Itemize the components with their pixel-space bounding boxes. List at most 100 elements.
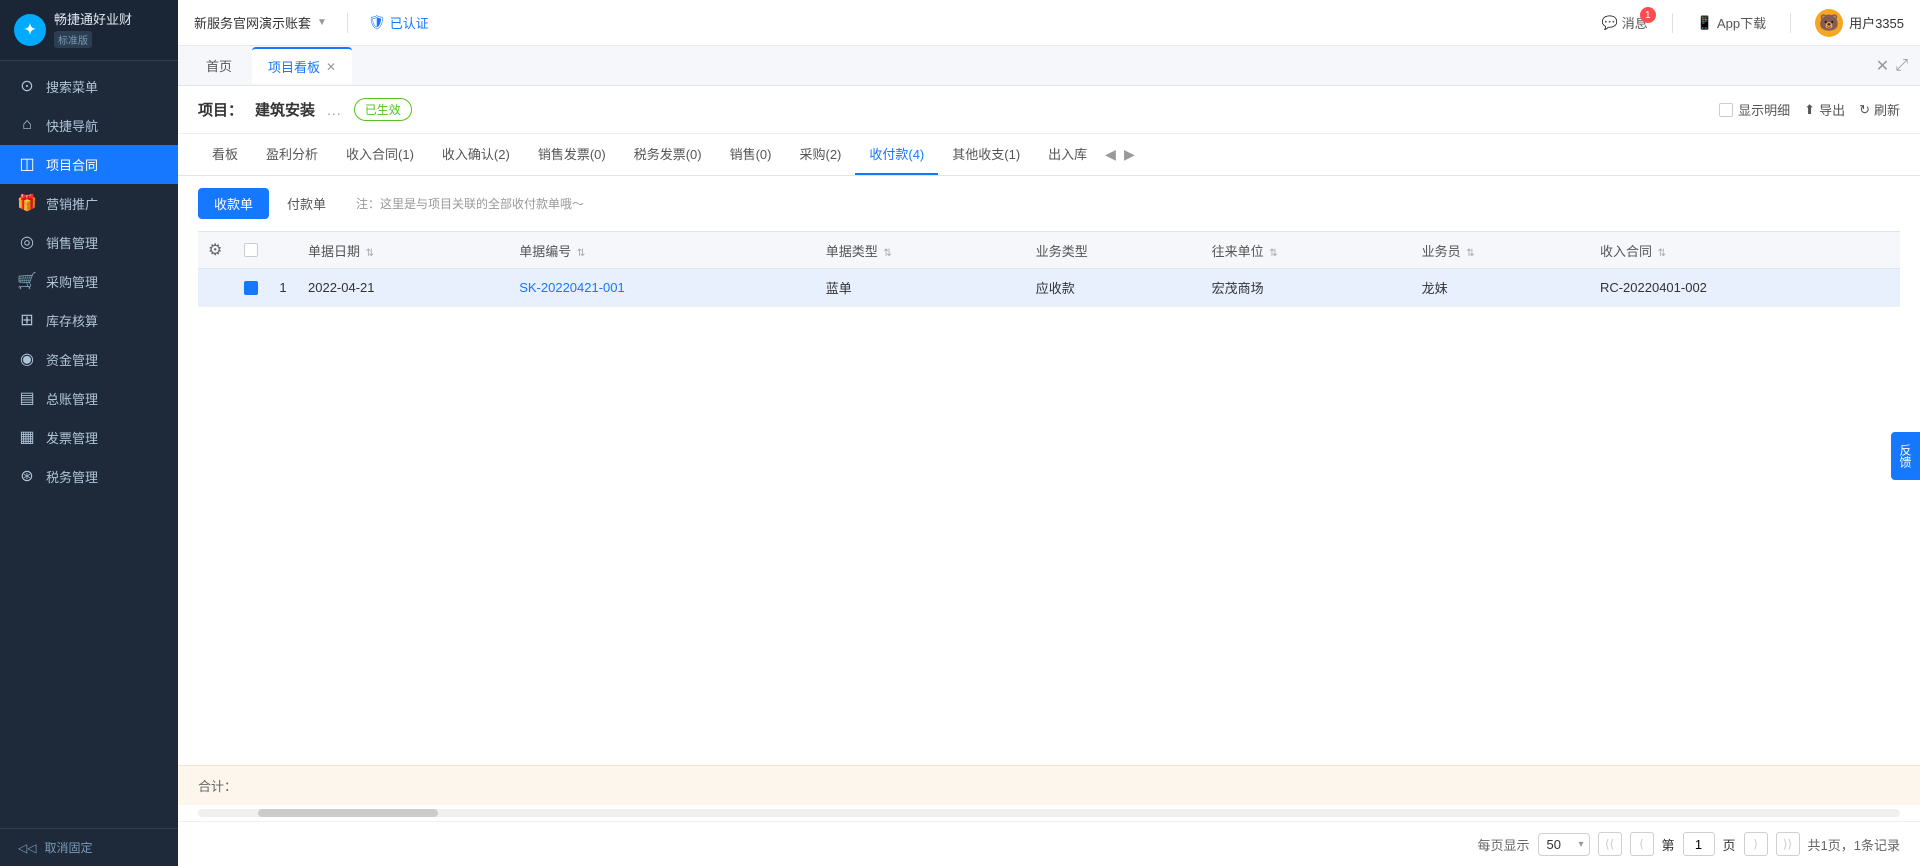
sidebar-item-sales[interactable]: ◎ 销售管理 — [0, 223, 178, 262]
tab-project-board-label: 项目看板 — [268, 57, 320, 76]
sub-tab-next-arrow[interactable]: ▶ — [1120, 138, 1139, 171]
sidebar-item-project[interactable]: ◫ 项目合同 — [0, 145, 178, 184]
sidebar-item-purchase[interactable]: 🛒 采购管理 — [0, 262, 178, 301]
horizontal-scrollbar[interactable] — [178, 805, 1920, 821]
prev-page-button[interactable]: ⟨ — [1630, 832, 1654, 856]
expand-window-button[interactable]: ⤢ — [1895, 57, 1908, 75]
sub-tab-income-confirm[interactable]: 收入确认(2) — [428, 134, 524, 175]
sidebar-unpin-button[interactable]: ◁◁ 取消固定 — [0, 828, 178, 866]
row-checkbox[interactable] — [244, 281, 258, 295]
sidebar-logo: ✦ 畅捷通好业财 标准版 — [0, 0, 178, 61]
export-button[interactable]: ⬆ 导出 — [1804, 100, 1845, 119]
sub-tab-purchase[interactable]: 采购(2) — [785, 134, 855, 175]
sidebar-item-finance[interactable]: ◉ 资金管理 — [0, 340, 178, 379]
tab-home[interactable]: 首页 — [190, 48, 248, 83]
th-salesperson[interactable]: 业务员 ⇅ — [1412, 232, 1590, 269]
sidebar-item-label: 销售管理 — [46, 233, 98, 252]
user-label: 用户3355 — [1849, 13, 1904, 32]
export-label: 导出 — [1819, 100, 1845, 119]
tax-icon: ⊛ — [18, 467, 36, 485]
show-detail-label: 显示明细 — [1738, 100, 1790, 119]
sidebar-item-inventory[interactable]: ⊞ 库存核算 — [0, 301, 178, 340]
sub-tab-receipts[interactable]: 收付款(4) — [855, 134, 938, 175]
sub-tab-profit[interactable]: 盈利分析 — [252, 134, 332, 175]
search-menu-icon: ⊙ — [18, 77, 36, 95]
message-icon: 💬 — [1602, 15, 1618, 31]
messages-button[interactable]: 💬 消息 1 — [1602, 13, 1648, 32]
sales-icon: ◎ — [18, 233, 36, 251]
th-settings[interactable]: ⚙ — [198, 232, 234, 269]
sub-tab-prev-arrow[interactable]: ◀ — [1101, 138, 1120, 171]
sub-tab-tax-invoice[interactable]: 税务发票(0) — [620, 134, 716, 175]
show-detail-checkbox[interactable]: 显示明细 — [1719, 100, 1790, 119]
user-profile-button[interactable]: 🐻 用户3355 — [1815, 9, 1904, 37]
messages-badge: 1 — [1640, 7, 1656, 23]
table-settings-icon[interactable]: ⚙ — [208, 242, 222, 259]
td-income-contract: RC-20220401-002 — [1590, 269, 1900, 307]
finance-icon: ◉ — [18, 350, 36, 368]
th-number[interactable]: 单据编号 ⇅ — [509, 232, 816, 269]
refresh-button[interactable]: ↻ 刷新 — [1859, 100, 1900, 119]
more-options-button[interactable]: ... — [327, 102, 342, 118]
tab-project-board[interactable]: 项目看板 ✕ — [252, 47, 352, 84]
feedback-button[interactable]: 反馈 — [1891, 432, 1920, 480]
sidebar-item-search[interactable]: ⊙ 搜索菜单 — [0, 67, 178, 106]
sidebar-item-label: 税务管理 — [46, 467, 98, 486]
th-partner[interactable]: 往来单位 ⇅ — [1202, 232, 1412, 269]
header-actions: 显示明细 ⬆ 导出 ↻ 刷新 — [1719, 100, 1900, 119]
account-selector[interactable]: 新服务官网演示账套 ▼ — [194, 13, 327, 32]
content-wrapper: 首页 项目看板 ✕ ✕ ⤢ 项目： 建筑安装 ... 已生效 显示明细 — [178, 46, 1920, 866]
sidebar-item-tax[interactable]: ⊛ 税务管理 — [0, 457, 178, 496]
td-type: 蓝单 — [816, 269, 1026, 307]
sidebar-item-ledger[interactable]: ▤ 总账管理 — [0, 379, 178, 418]
sub-tab-warehouse[interactable]: 出入库 — [1034, 134, 1101, 175]
user-avatar: 🐻 — [1815, 9, 1843, 37]
sort-income-contract-icon: ⇅ — [1658, 248, 1666, 259]
marketing-icon: 🎁 — [18, 194, 36, 212]
sub-tab-sales-invoice[interactable]: 销售发票(0) — [524, 134, 620, 175]
sort-type-icon: ⇅ — [883, 248, 891, 259]
sub-tab-sales[interactable]: 销售(0) — [716, 134, 786, 175]
refresh-icon: ↻ — [1859, 102, 1870, 118]
sub-tab-other-income[interactable]: 其他收支(1) — [938, 134, 1034, 175]
per-page-select[interactable]: 10 20 50 100 — [1538, 833, 1590, 856]
page-number-input[interactable] — [1683, 832, 1715, 856]
sidebar: ✦ 畅捷通好业财 标准版 ⊙ 搜索菜单 ⌂ 快捷导航 ◫ 项目合同 🎁 营销推广… — [0, 0, 178, 866]
sidebar-item-quicknav[interactable]: ⌂ 快捷导航 — [0, 106, 178, 145]
app-version: 标准版 — [54, 31, 92, 48]
sidebar-item-marketing[interactable]: 🎁 营销推广 — [0, 184, 178, 223]
th-partner-label: 往来单位 — [1212, 244, 1264, 259]
app-download-button[interactable]: 📱 App下载 — [1697, 13, 1766, 32]
sidebar-nav: ⊙ 搜索菜单 ⌂ 快捷导航 ◫ 项目合同 🎁 营销推广 ◎ 销售管理 🛒 采购管… — [0, 61, 178, 828]
project-title-label: 项目： — [198, 99, 243, 120]
app-title: 畅捷通好业财 — [54, 12, 132, 29]
receipt-number-link[interactable]: SK-20220421-001 — [519, 280, 625, 295]
first-page-button[interactable]: ⟨⟨ — [1598, 832, 1622, 856]
detail-checkbox-input[interactable] — [1719, 103, 1733, 117]
th-num — [268, 232, 298, 269]
sidebar-item-label: 快捷导航 — [46, 116, 98, 135]
receipt-tab-button[interactable]: 收款单 — [198, 188, 269, 219]
scrollbar-thumb[interactable] — [258, 809, 438, 817]
th-income-contract[interactable]: 收入合同 ⇅ — [1590, 232, 1900, 269]
refresh-label: 刷新 — [1874, 100, 1900, 119]
payment-tab-button[interactable]: 付款单 — [271, 188, 342, 219]
select-all-checkbox[interactable] — [244, 243, 258, 257]
sidebar-item-label: 库存核算 — [46, 311, 98, 330]
certified-badge: 🛡 已认证 — [368, 13, 429, 32]
last-page-button[interactable]: ⟩⟩ — [1776, 832, 1800, 856]
th-type[interactable]: 单据类型 ⇅ — [816, 232, 1026, 269]
sub-tab-income-contract[interactable]: 收入合同(1) — [332, 134, 428, 175]
td-check[interactable] — [234, 269, 268, 307]
tab-close-icon[interactable]: ✕ — [326, 60, 336, 74]
sub-tab-kanban[interactable]: 看板 — [198, 134, 252, 175]
table-row[interactable]: 1 2022-04-21 SK-20220421-001 蓝单 应收款 宏茂商场… — [198, 269, 1900, 307]
sidebar-item-label: 搜索菜单 — [46, 77, 98, 96]
th-date[interactable]: 单据日期 ⇅ — [298, 232, 509, 269]
next-page-button[interactable]: ⟩ — [1744, 832, 1768, 856]
tab-bar: 首页 项目看板 ✕ ✕ ⤢ — [178, 46, 1920, 86]
sidebar-item-label: 总账管理 — [46, 389, 98, 408]
close-window-button[interactable]: ✕ — [1876, 56, 1889, 76]
th-biz-type: 业务类型 — [1026, 232, 1202, 269]
sidebar-item-invoice[interactable]: ▦ 发票管理 — [0, 418, 178, 457]
